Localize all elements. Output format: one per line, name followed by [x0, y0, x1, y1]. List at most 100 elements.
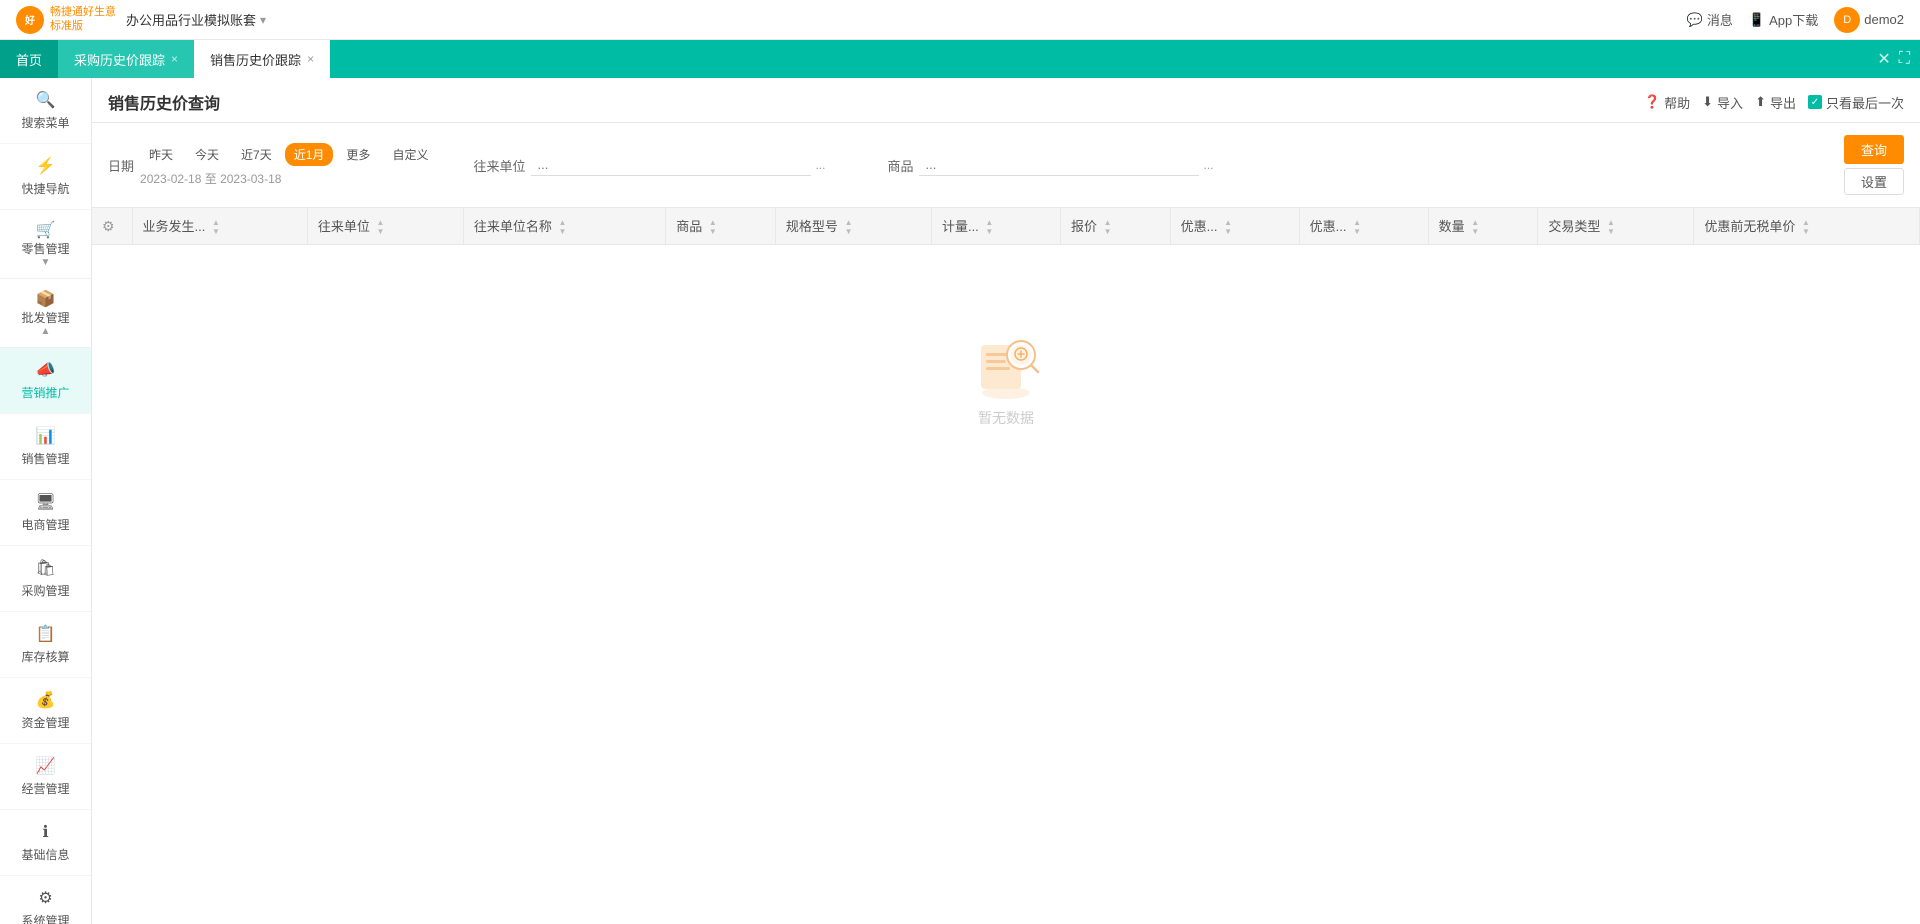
search-sidebar-icon: 🔍: [36, 90, 56, 110]
sidebar-item-marketing[interactable]: 📣 营销推广: [0, 348, 91, 414]
window-close-btn[interactable]: ✕: [1877, 49, 1890, 69]
tab-sales[interactable]: 销售历史价跟踪 ×: [194, 40, 330, 78]
sidebar-item-finance[interactable]: 💰 资金管理: [0, 678, 91, 744]
th-counterpart-name[interactable]: 往来单位名称 ▲ ▼: [463, 208, 665, 245]
top-bar-right: 💬 消息 📱 App下载 D demo2: [1687, 7, 1904, 33]
sidebar-item-inventory-label: 库存核算: [21, 648, 69, 665]
window-maximize-btn[interactable]: ⛶: [1899, 50, 1910, 68]
date-btn-1month[interactable]: 近1月: [285, 143, 334, 166]
counterpart-input[interactable]: [531, 154, 811, 176]
counterpart-input-area: ...: [531, 154, 851, 176]
tab-sales-label: 销售历史价跟踪: [210, 50, 301, 69]
tab-purchase-close[interactable]: ×: [171, 52, 178, 66]
sidebar-item-ecommerce-label: 电商管理: [21, 516, 69, 533]
sidebar-item-system-label: 系统管理: [21, 912, 69, 924]
inventory-icon: 📋: [36, 624, 56, 644]
logo-text: 畅捷通好生意 标准版: [50, 6, 116, 32]
date-btn-7days[interactable]: 近7天: [232, 143, 281, 166]
page-header-actions: ❓ 帮助 ⬇ 导入 ⬆ 导出 ✓ 只看最后一次: [1644, 93, 1904, 112]
sidebar-item-quicknav-label: 快捷导航: [21, 180, 69, 197]
settings-button[interactable]: 设置: [1844, 168, 1904, 195]
sort-arrows-pre-discount: ▲ ▼: [1802, 219, 1810, 236]
empty-state: 暂无数据: [92, 245, 1920, 508]
th-discount1-label: 优惠...: [1181, 219, 1218, 234]
empty-text: 暂无数据: [978, 408, 1034, 428]
tab-bar: 首页 采购历史价跟踪 × 销售历史价跟踪 × ✕ ⛶: [0, 40, 1920, 78]
app-download-btn[interactable]: 📱 App下载: [1749, 10, 1818, 29]
app-icon: 📱: [1749, 12, 1765, 28]
tab-purchase[interactable]: 采购历史价跟踪 ×: [58, 40, 194, 78]
top-bar: 好 畅捷通好生意 标准版 办公用品行业模拟账套 ▾ 💬 消息 📱 App下载 D…: [0, 0, 1920, 40]
th-unit-label: 计量...: [942, 219, 979, 234]
date-buttons: 昨天 今天 近7天 近1月 更多 自定义: [140, 143, 437, 166]
message-btn[interactable]: 💬 消息: [1687, 10, 1733, 29]
date-btn-today[interactable]: 今天: [186, 143, 228, 166]
date-btn-more[interactable]: 更多: [337, 143, 379, 166]
purchase-icon: 🛍: [35, 558, 55, 578]
sidebar-item-wholesale-label: 批发管理: [21, 309, 69, 326]
th-pre-discount-price[interactable]: 优惠前无税单价 ▲ ▼: [1694, 208, 1920, 245]
message-icon: 💬: [1687, 12, 1703, 28]
sidebar-item-marketing-label: 营销推广: [21, 384, 69, 401]
sidebar-item-operations[interactable]: 📈 经营管理: [0, 744, 91, 810]
window-controls: ✕ ⛶: [1867, 40, 1920, 78]
sidebar-item-basic-info[interactable]: ℹ 基础信息: [0, 810, 91, 876]
tab-sales-close[interactable]: ×: [307, 52, 314, 66]
th-counterpart-code-label: 往来单位: [318, 219, 370, 234]
table-header: ⚙ 业务发生... ▲ ▼ 往来单位 ▲: [92, 208, 1920, 245]
help-btn[interactable]: ❓ 帮助: [1644, 93, 1690, 112]
th-spec[interactable]: 规格型号 ▲ ▼: [775, 208, 931, 245]
date-btn-custom[interactable]: 自定义: [383, 143, 437, 166]
sidebar-item-system[interactable]: ⚙ 系统管理: [0, 876, 91, 924]
product-more-btn[interactable]: ...: [1199, 158, 1217, 172]
sidebar-item-quicknav[interactable]: ⚡ 快捷导航: [0, 144, 91, 210]
logo-icon: 好: [16, 6, 44, 34]
sort-arrows-spec: ▲ ▼: [845, 219, 853, 236]
sidebar-item-retail[interactable]: 🛒 零售管理 ▼: [0, 210, 91, 279]
marketing-icon: 📣: [36, 360, 56, 380]
help-icon: ❓: [1644, 94, 1660, 110]
tab-spacer: [330, 40, 1867, 78]
query-button[interactable]: 查询: [1844, 135, 1904, 164]
export-btn[interactable]: ⬆ 导出: [1755, 93, 1796, 112]
th-discount1[interactable]: 优惠... ▲ ▼: [1170, 208, 1299, 245]
tab-home[interactable]: 首页: [0, 40, 58, 78]
th-quoted-price[interactable]: 报价 ▲ ▼: [1060, 208, 1170, 245]
breadcrumb-select[interactable]: 办公用品行业模拟账套 ▾: [126, 10, 266, 29]
product-input[interactable]: [919, 154, 1199, 176]
th-trade-type-label: 交易类型: [1548, 219, 1600, 234]
product-filter: 商品 ...: [887, 154, 1239, 176]
gear-icon[interactable]: ⚙: [102, 218, 115, 234]
sort-arrows-discount2: ▲ ▼: [1353, 219, 1361, 236]
user-area[interactable]: D demo2: [1834, 7, 1904, 33]
ecommerce-icon: 🖥: [35, 492, 55, 512]
export-icon: ⬆: [1755, 94, 1766, 110]
th-product[interactable]: 商品 ▲ ▼: [666, 208, 776, 245]
sidebar-item-inventory[interactable]: 📋 库存核算: [0, 612, 91, 678]
sidebar-item-search[interactable]: 🔍 搜索菜单: [0, 78, 91, 144]
sidebar-item-ecommerce[interactable]: 🖥 电商管理: [0, 480, 91, 546]
sidebar-item-sales[interactable]: 📊 销售管理: [0, 414, 91, 480]
only-last-checkbox-area[interactable]: ✓ 只看最后一次: [1808, 93, 1904, 112]
table-area: ⚙ 业务发生... ▲ ▼ 往来单位 ▲: [92, 208, 1920, 924]
date-filter: 日期 昨天 今天 近7天 近1月 更多 自定义 2023-02-18 至 202…: [108, 143, 437, 187]
th-settings[interactable]: ⚙: [92, 208, 132, 245]
th-unit[interactable]: 计量... ▲ ▼: [931, 208, 1060, 245]
th-trade-type[interactable]: 交易类型 ▲ ▼: [1538, 208, 1694, 245]
date-btn-yesterday[interactable]: 昨天: [140, 143, 182, 166]
sort-arrows-biz-date: ▲ ▼: [212, 219, 220, 236]
th-biz-date[interactable]: 业务发生... ▲ ▼: [132, 208, 307, 245]
th-counterpart-code[interactable]: 往来单位 ▲ ▼: [307, 208, 463, 245]
import-btn[interactable]: ⬇ 导入: [1702, 93, 1743, 112]
th-discount2[interactable]: 优惠... ▲ ▼: [1299, 208, 1428, 245]
sidebar: 🔍 搜索菜单 ⚡ 快捷导航 🛒 零售管理 ▼ 📦 批发管理 ▲ 📣 营销推广 📊…: [0, 78, 92, 924]
sidebar-item-sales-label: 销售管理: [21, 450, 69, 467]
sidebar-item-purchase[interactable]: 🛍 采购管理: [0, 546, 91, 612]
sidebar-item-wholesale[interactable]: 📦 批发管理 ▲: [0, 279, 91, 348]
sort-arrows-quoted-price: ▲ ▼: [1104, 219, 1112, 236]
th-quantity[interactable]: 数量 ▲ ▼: [1428, 208, 1538, 245]
counterpart-more-btn[interactable]: ...: [811, 158, 829, 172]
filter-actions: 查询 设置: [1844, 135, 1904, 195]
th-pre-discount-price-label: 优惠前无税单价: [1704, 219, 1795, 234]
table-header-row: ⚙ 业务发生... ▲ ▼ 往来单位 ▲: [92, 208, 1920, 245]
